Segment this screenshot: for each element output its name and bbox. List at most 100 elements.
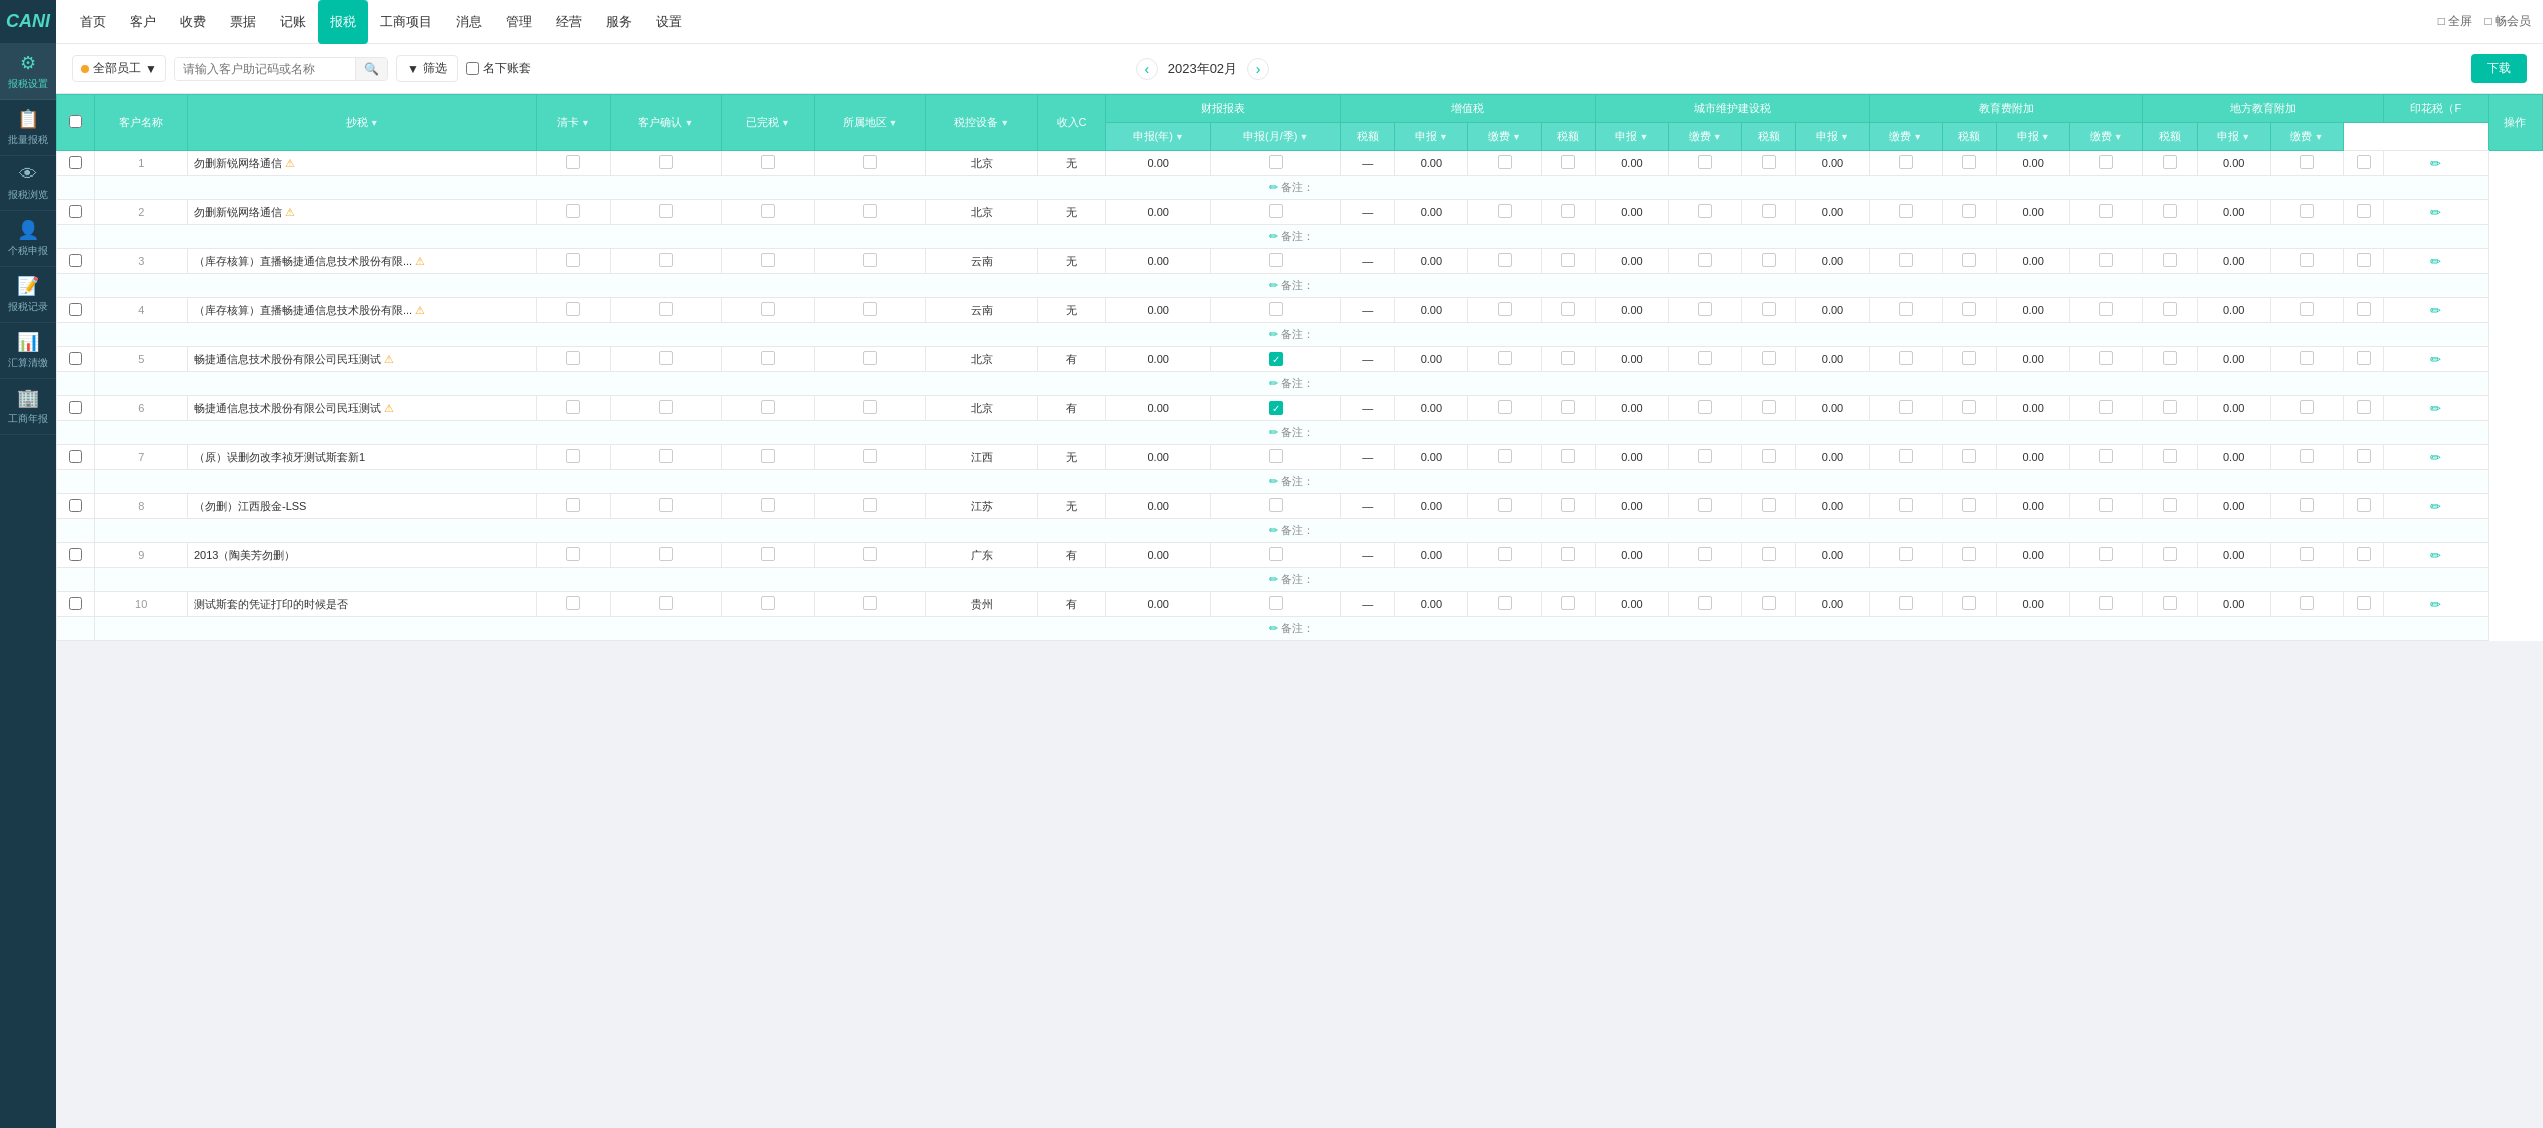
city-shenb-cb[interactable]	[1698, 351, 1712, 365]
vat-shenb-cb[interactable]	[1498, 155, 1512, 169]
sidebar-item-baoshuiliulan[interactable]: 👁 报税浏览	[0, 156, 56, 211]
qingka-checkbox[interactable]	[659, 498, 673, 512]
vat-jiaof-cb[interactable]	[1561, 449, 1575, 463]
nav-charge[interactable]: 收费	[168, 0, 218, 44]
city-jiaof-cb[interactable]	[1762, 400, 1776, 414]
confirm-checkbox[interactable]	[761, 155, 775, 169]
confirm-checkbox[interactable]	[761, 204, 775, 218]
confirm-checkbox[interactable]	[761, 302, 775, 316]
vat-shenb-cb[interactable]	[1498, 253, 1512, 267]
chaoshui-checkbox[interactable]	[566, 449, 580, 463]
city-jiaof-cb[interactable]	[1762, 204, 1776, 218]
city-jiaof-cb[interactable]	[1762, 302, 1776, 316]
stamp-jiaof-cb[interactable]	[2357, 547, 2371, 561]
paid-checkbox[interactable]	[863, 302, 877, 316]
cwbb-year-checkbox[interactable]	[1269, 204, 1283, 218]
row-checkbox[interactable]	[69, 352, 82, 365]
vat-jiaof-cb[interactable]	[1561, 351, 1575, 365]
vat-jiaof-cb[interactable]	[1561, 400, 1575, 414]
stamp-shenb-cb[interactable]	[2300, 351, 2314, 365]
note-edit-icon[interactable]: ✏	[1269, 328, 1278, 340]
nav-manage[interactable]: 管理	[494, 0, 544, 44]
nav-message[interactable]: 消息	[444, 0, 494, 44]
row-checkbox[interactable]	[69, 401, 82, 414]
local-jiaof-cb[interactable]	[2163, 155, 2177, 169]
vat-shenb-cb[interactable]	[1498, 204, 1512, 218]
sidebar-item-baoshuijilu[interactable]: 📝 报税记录	[0, 267, 56, 323]
nav-business[interactable]: 工商项目	[368, 0, 444, 44]
fullscreen-btn[interactable]: □ 全屏	[2438, 13, 2473, 30]
city-shenb-cb[interactable]	[1698, 253, 1712, 267]
qingka-checkbox[interactable]	[659, 253, 673, 267]
nav-home[interactable]: 首页	[68, 0, 118, 44]
edit-button[interactable]: ✏	[2430, 352, 2441, 367]
cwbb-year-checkbox[interactable]: ✓	[1269, 352, 1283, 366]
vat-shenb-cb[interactable]	[1498, 547, 1512, 561]
paid-checkbox[interactable]	[863, 498, 877, 512]
qingka-checkbox[interactable]	[659, 400, 673, 414]
qingka-checkbox[interactable]	[659, 449, 673, 463]
vat-shenb-cb[interactable]	[1498, 596, 1512, 610]
local-shenb-cb[interactable]	[2099, 302, 2113, 316]
note-edit-icon[interactable]: ✏	[1269, 426, 1278, 438]
city-jiaof-cb[interactable]	[1762, 351, 1776, 365]
vat-shenb-cb[interactable]	[1498, 498, 1512, 512]
local-shenb-cb[interactable]	[2099, 547, 2113, 561]
edit-button[interactable]: ✏	[2430, 401, 2441, 416]
local-jiaof-cb[interactable]	[2163, 351, 2177, 365]
chaoshui-checkbox[interactable]	[566, 547, 580, 561]
edit-button[interactable]: ✏	[2430, 205, 2441, 220]
named-list-toggle[interactable]: 名下账套	[466, 60, 531, 77]
edu-jiaof-cb[interactable]	[1962, 400, 1976, 414]
city-shenb-cb[interactable]	[1698, 400, 1712, 414]
city-jiaof-cb[interactable]	[1762, 596, 1776, 610]
row-checkbox[interactable]	[69, 499, 82, 512]
stamp-jiaof-cb[interactable]	[2357, 204, 2371, 218]
confirm-checkbox[interactable]	[761, 498, 775, 512]
row-checkbox[interactable]	[69, 254, 82, 267]
edit-button[interactable]: ✏	[2430, 156, 2441, 171]
stamp-jiaof-cb[interactable]	[2357, 253, 2371, 267]
local-shenb-cb[interactable]	[2099, 155, 2113, 169]
edu-shenb-cb[interactable]	[1899, 253, 1913, 267]
stamp-jiaof-cb[interactable]	[2357, 498, 2371, 512]
note-edit-icon[interactable]: ✏	[1269, 230, 1278, 242]
row-checkbox[interactable]	[69, 303, 82, 316]
nav-tax[interactable]: 报税	[318, 0, 368, 44]
paid-checkbox[interactable]	[863, 547, 877, 561]
local-jiaof-cb[interactable]	[2163, 253, 2177, 267]
local-jiaof-cb[interactable]	[2163, 596, 2177, 610]
member-btn[interactable]: □ 畅会员	[2484, 13, 2531, 30]
cwbb-year-checkbox[interactable]	[1269, 596, 1283, 610]
row-checkbox[interactable]	[69, 205, 82, 218]
city-shenb-cb[interactable]	[1698, 155, 1712, 169]
sidebar-item-gongshangnianbao[interactable]: 🏢 工商年报	[0, 379, 56, 435]
vat-jiaof-cb[interactable]	[1561, 155, 1575, 169]
sidebar-item-piliangshuibao[interactable]: 📋 批量报税	[0, 100, 56, 156]
vat-shenb-cb[interactable]	[1498, 400, 1512, 414]
chaoshui-checkbox[interactable]	[566, 204, 580, 218]
stamp-jiaof-cb[interactable]	[2357, 155, 2371, 169]
sidebar-item-geshuishenbao[interactable]: 👤 个税申报	[0, 211, 56, 267]
nav-settings[interactable]: 设置	[644, 0, 694, 44]
qingka-checkbox[interactable]	[659, 596, 673, 610]
edu-shenb-cb[interactable]	[1899, 351, 1913, 365]
paid-checkbox[interactable]	[863, 400, 877, 414]
edit-button[interactable]: ✏	[2430, 548, 2441, 563]
cwbb-year-checkbox[interactable]	[1269, 155, 1283, 169]
cwbb-year-checkbox[interactable]	[1269, 302, 1283, 316]
edu-jiaof-cb[interactable]	[1962, 302, 1976, 316]
chaoshui-checkbox[interactable]	[566, 351, 580, 365]
sidebar-item-huisuanqingjiao[interactable]: 📊 汇算清缴	[0, 323, 56, 379]
city-shenb-cb[interactable]	[1698, 204, 1712, 218]
stamp-shenb-cb[interactable]	[2300, 596, 2314, 610]
local-jiaof-cb[interactable]	[2163, 449, 2177, 463]
edu-jiaof-cb[interactable]	[1962, 498, 1976, 512]
confirm-checkbox[interactable]	[761, 400, 775, 414]
confirm-checkbox[interactable]	[761, 351, 775, 365]
edu-shenb-cb[interactable]	[1899, 498, 1913, 512]
edu-jiaof-cb[interactable]	[1962, 253, 1976, 267]
search-input[interactable]	[175, 58, 355, 80]
vat-jiaof-cb[interactable]	[1561, 253, 1575, 267]
next-month-button[interactable]: ›	[1247, 58, 1269, 80]
